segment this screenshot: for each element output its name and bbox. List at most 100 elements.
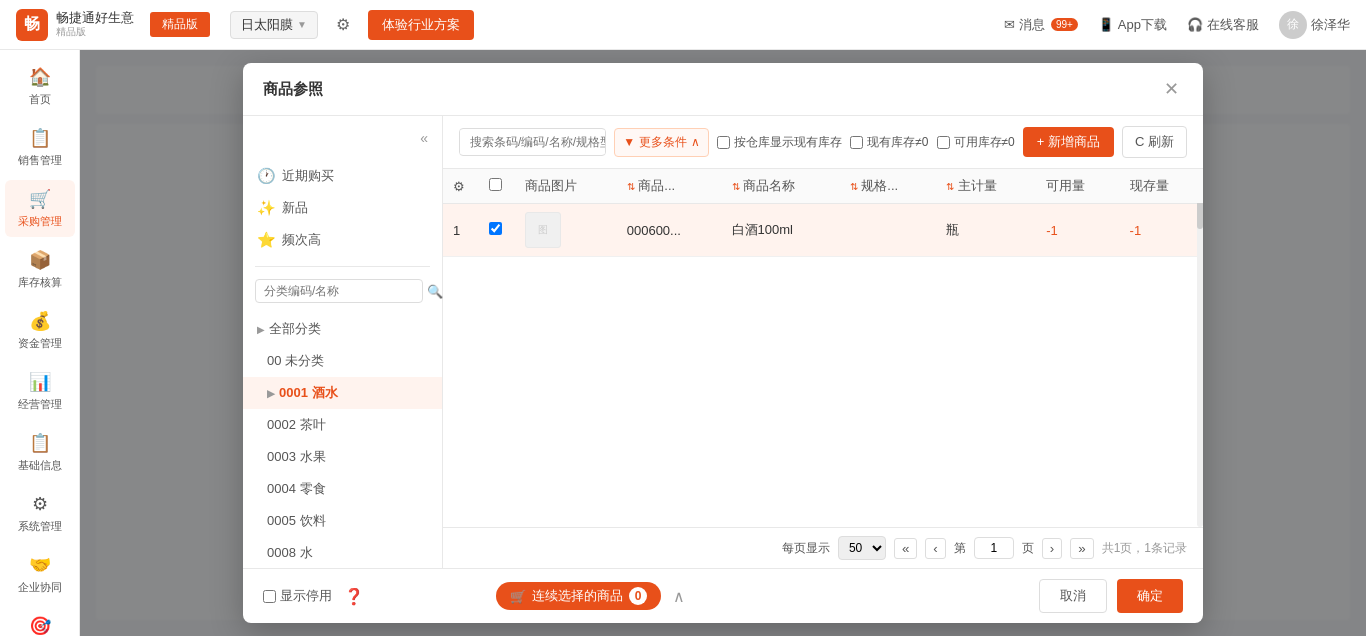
prev-page-button[interactable]: ‹ [925,538,945,559]
app-icon: 📱 [1098,17,1114,32]
next-page-button[interactable]: › [1042,538,1062,559]
refresh-button[interactable]: C 刷新 [1122,126,1187,158]
user-item[interactable]: 徐 徐泽华 [1279,11,1350,39]
checkbox-available-input[interactable] [937,136,950,149]
more-filter-button[interactable]: ▼ 更多条件 ∧ [614,128,709,157]
sidebar-item-sales[interactable]: 📋 销售管理 [5,119,75,176]
messages-badge: 99+ [1051,18,1078,31]
sidebar-item-home[interactable]: 🏠 首页 [5,58,75,115]
col-image-label: 商品图片 [525,178,577,193]
col-image: 商品图片 [515,169,617,204]
cat-item-0004[interactable]: 0004 零食 [243,473,442,505]
service-item[interactable]: 🎧 在线客服 [1187,16,1259,34]
checkbox-available-label: 可用库存≠0 [954,134,1015,151]
product-table: ⚙ 商品图片 ⇅ 商品... [443,169,1203,257]
cat-label-0001: 0001 酒水 [279,384,338,402]
checkbox-stock-nonzero[interactable]: 现有库存≠0 [850,134,928,151]
checkbox-available-nonzero[interactable]: 可用库存≠0 [937,134,1015,151]
sidebar-item-basic-info[interactable]: 📋 基础信息 [5,424,75,481]
cat-item-0008[interactable]: 0008 水 [243,537,442,560]
new-products-item[interactable]: ✨ 新品 [243,192,442,224]
topnav: 畅 畅捷通好生意 精品版 精品版 日太阳膜 ▼ ⚙ 体验行业方案 ✉ 消息 99… [0,0,1366,50]
add-product-button[interactable]: + 新增商品 [1023,127,1114,157]
table-row[interactable]: 1 图 000600... 白酒100ml 瓶 [443,204,1203,257]
col-settings[interactable]: ⚙ [443,169,479,204]
category-search-input[interactable] [255,279,423,303]
select-all-checkbox[interactable] [489,178,502,191]
finance-icon: 💰 [29,310,51,332]
col-spec[interactable]: ⇅ 规格... [840,169,937,204]
cat-item-0005[interactable]: 0005 饮料 [243,505,442,537]
show-disabled-label[interactable]: 显示停用 [263,587,332,605]
filter-arrow: ∧ [691,135,700,149]
product-table-wrap: ⚙ 商品图片 ⇅ 商品... [443,169,1203,527]
settings-icon[interactable]: ⚙ [330,9,356,40]
td-unit: 瓶 [936,204,1036,257]
collapse-left-button[interactable]: « [418,128,430,148]
system-icon: ⚙ [32,493,48,515]
help-icon[interactable]: ❓ [344,587,364,606]
checkbox-warehouse-input[interactable] [717,136,730,149]
modal-header: 商品参照 ✕ [243,63,1203,116]
show-disabled-checkbox[interactable] [263,590,276,603]
col-checkbox [479,169,515,204]
collapse-cart-icon[interactable]: ∧ [673,587,685,606]
sidebar-item-operations[interactable]: 📊 经营管理 [5,363,75,420]
logo-text: 畅捷通好生意 [56,10,134,26]
page-size-label: 每页显示 [782,540,830,557]
page-size-select[interactable]: 50 [838,536,886,560]
modal-close-button[interactable]: ✕ [1159,77,1183,101]
category-search-icon[interactable]: 🔍 [427,284,443,299]
all-categories-item[interactable]: ▶ 全部分类 [243,313,442,345]
cart-button[interactable]: 🛒 连续选择的商品 0 [496,582,661,610]
checkbox-warehouse[interactable]: 按仓库显示现有库存 [717,134,842,151]
sidebar-item-purchase[interactable]: 🛒 采购管理 [5,180,75,237]
modal-overlay[interactable]: 商品参照 ✕ « 🕐 [80,50,1366,636]
app-label: App下载 [1118,16,1167,34]
first-page-button[interactable]: « [894,538,917,559]
sidebar-item-inventory[interactable]: 📦 库存核算 [5,241,75,298]
recent-purchases-item[interactable]: 🕐 近期购买 [243,160,442,192]
col-available[interactable]: 可用量 [1036,169,1119,204]
sidebar-item-finance[interactable]: 💰 资金管理 [5,302,75,359]
last-page-button[interactable]: » [1070,538,1093,559]
td-checkbox[interactable] [479,204,515,257]
cat-label-0005: 0005 饮料 [267,512,326,530]
col-unit[interactable]: ⇅ 主计量 [936,169,1036,204]
cat-item-0001[interactable]: ▶ 0001 酒水 [243,377,442,409]
sidebar-item-enterprise[interactable]: 🤝 企业协同 [5,546,75,603]
frequent-item[interactable]: ⭐ 频次高 [243,224,442,256]
col-stock[interactable]: 现存量 [1120,169,1203,204]
expand-icon-0001: ▶ [267,388,275,399]
cat-item-0003[interactable]: 0003 水果 [243,441,442,473]
checkbox-stock-label: 现有库存≠0 [867,134,928,151]
show-disabled-text: 显示停用 [280,587,332,605]
page-number-input[interactable] [974,537,1014,559]
col-name[interactable]: ⇅ 商品名称 [722,169,840,204]
message-icon: ✉ [1004,17,1015,32]
cat-label-0004: 0004 零食 [267,480,326,498]
app-download-item[interactable]: 📱 App下载 [1098,16,1167,34]
cat-item-0002[interactable]: 0002 茶叶 [243,409,442,441]
messages-item[interactable]: ✉ 消息 99+ [1004,16,1078,34]
confirm-button[interactable]: 确定 [1117,579,1183,613]
col-code[interactable]: ⇅ 商品... [617,169,722,204]
td-stock: -1 [1120,204,1203,257]
product-search-input[interactable] [460,130,606,154]
trial-button[interactable]: 体验行业方案 [368,10,474,40]
sidebar-item-guide[interactable]: 🎯 新手引导 [5,607,75,636]
col-stock-label: 现存量 [1130,178,1169,193]
sidebar-item-system[interactable]: ⚙ 系统管理 [5,485,75,542]
expand-icon: ▶ [257,324,265,335]
operations-icon: 📊 [29,371,51,393]
checkbox-stock-input[interactable] [850,136,863,149]
sales-icon: 📋 [29,127,51,149]
home-icon: 🏠 [29,66,51,88]
cat-item-00[interactable]: 00 未分类 [243,345,442,377]
cancel-button[interactable]: 取消 [1039,579,1107,613]
org-selector[interactable]: 日太阳膜 ▼ [230,11,318,39]
logo-sub: 精品版 [56,25,134,39]
sidebar-label-finance: 资金管理 [18,336,62,351]
row-checkbox[interactable] [489,222,502,235]
logo-area: 畅 畅捷通好生意 精品版 精品版 [16,9,210,41]
